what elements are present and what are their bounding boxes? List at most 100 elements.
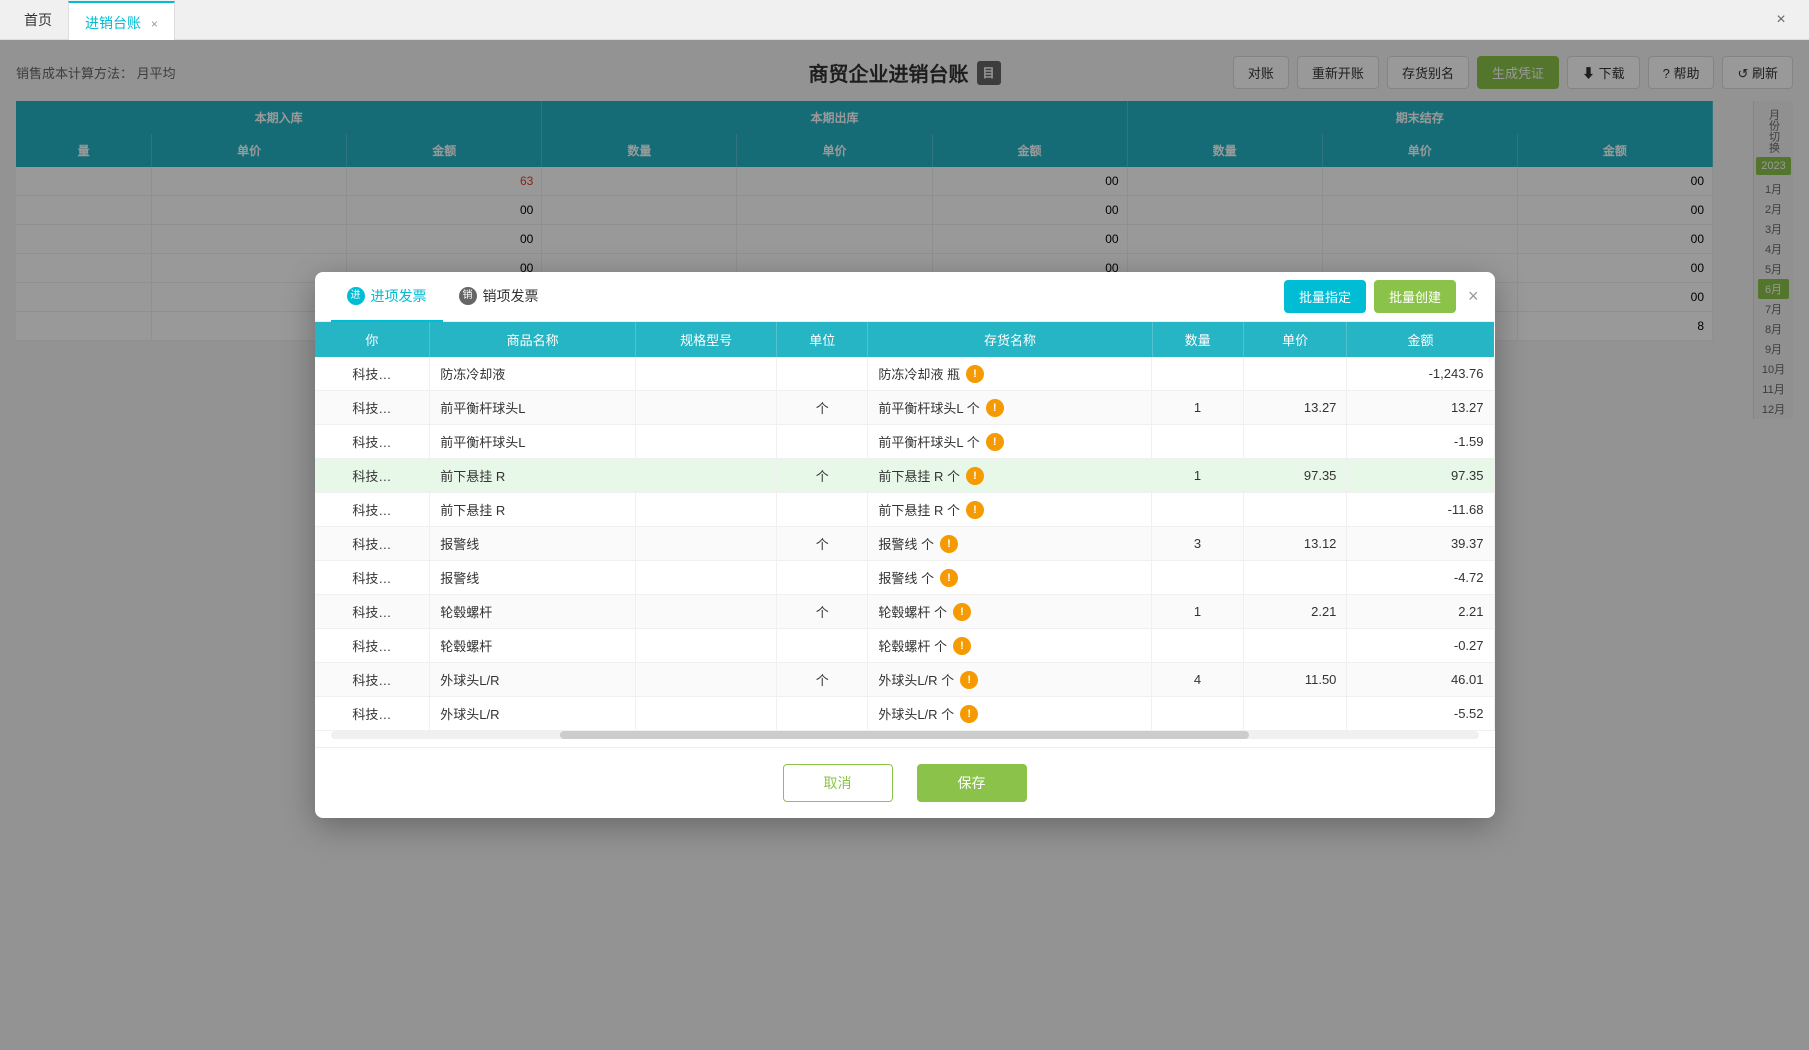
warning-icon: ! bbox=[986, 433, 1004, 451]
warning-icon: ! bbox=[986, 399, 1004, 417]
cell-supplier-7: 科技… bbox=[315, 595, 430, 629]
cell-price-3: 97.35 bbox=[1243, 459, 1347, 493]
cell-stock-7: 轮毂螺杆 个 ! bbox=[868, 595, 1152, 628]
table-row: 科技… 轮毂螺杆 轮毂螺杆 个 ! -0.27 bbox=[315, 629, 1495, 663]
cell-stock-9: 外球头L/R 个 ! bbox=[868, 663, 1152, 696]
cell-spec-2 bbox=[635, 425, 776, 459]
cell-stock-2: 前平衡杆球头L 个 ! bbox=[868, 425, 1152, 458]
cell-unit-5: 个 bbox=[777, 527, 868, 561]
cell-spec-6 bbox=[635, 561, 776, 595]
dialog-body: 你 商品名称 规格型号 单位 存货名称 数量 单价 金额 科技… 防冻冷却液 bbox=[315, 322, 1495, 731]
save-button[interactable]: 保存 bbox=[917, 764, 1027, 802]
cell-qty-5: 3 bbox=[1152, 527, 1243, 561]
cell-qty-6 bbox=[1152, 561, 1243, 595]
cell-amount-5: 39.37 bbox=[1347, 527, 1494, 561]
dialog-footer: 取消 保存 bbox=[315, 747, 1495, 818]
batch-assign-button[interactable]: 批量指定 bbox=[1284, 280, 1366, 313]
cancel-button[interactable]: 取消 bbox=[783, 764, 893, 802]
cell-unit-1: 个 bbox=[777, 391, 868, 425]
cell-spec-0 bbox=[635, 357, 776, 391]
cell-unit-3: 个 bbox=[777, 459, 868, 493]
cell-spec-5 bbox=[635, 527, 776, 561]
cell-unit-4 bbox=[777, 493, 868, 527]
cell-unit-0 bbox=[777, 357, 868, 391]
warning-icon: ! bbox=[940, 535, 958, 553]
cell-product-7: 轮毂螺杆 bbox=[430, 595, 636, 629]
cell-amount-6: -4.72 bbox=[1347, 561, 1494, 595]
cell-price-2 bbox=[1243, 425, 1347, 459]
dialog-scrollbar[interactable] bbox=[331, 731, 1479, 739]
cell-amount-10: -5.52 bbox=[1347, 697, 1494, 731]
cell-price-6 bbox=[1243, 561, 1347, 595]
cell-product-0: 防冻冷却液 bbox=[430, 357, 636, 391]
window-close-button[interactable]: × bbox=[1761, 0, 1801, 40]
table-row: 科技… 外球头L/R 个 外球头L/R 个 ! 4 11.50 46.01 bbox=[315, 663, 1495, 697]
cell-qty-7: 1 bbox=[1152, 595, 1243, 629]
col-amount: 金额 bbox=[1347, 322, 1494, 357]
tab-purchase-invoice[interactable]: 进 进项发票 bbox=[331, 272, 443, 322]
table-row: 科技… 前平衡杆球头L 前平衡杆球头L 个 ! -1.59 bbox=[315, 425, 1495, 459]
table-row: 科技… 轮毂螺杆 个 轮毂螺杆 个 ! 1 2.21 2.21 bbox=[315, 595, 1495, 629]
cell-price-7: 2.21 bbox=[1243, 595, 1347, 629]
cell-supplier-6: 科技… bbox=[315, 561, 430, 595]
cell-amount-1: 13.27 bbox=[1347, 391, 1494, 425]
col-unit: 单位 bbox=[777, 322, 868, 357]
cell-stock-5: 报警线 个 ! bbox=[868, 527, 1152, 560]
cell-price-1: 13.27 bbox=[1243, 391, 1347, 425]
col-supplier: 你 bbox=[315, 322, 430, 357]
purchase-tab-icon: 进 bbox=[347, 287, 365, 305]
cell-unit-10 bbox=[777, 697, 868, 731]
cell-product-8: 轮毂螺杆 bbox=[430, 629, 636, 663]
cell-amount-2: -1.59 bbox=[1347, 425, 1494, 459]
cell-product-2: 前平衡杆球头L bbox=[430, 425, 636, 459]
cell-unit-2 bbox=[777, 425, 868, 459]
cell-spec-7 bbox=[635, 595, 776, 629]
tab-sales-invoice[interactable]: 销 销项发票 bbox=[443, 272, 555, 322]
warning-icon: ! bbox=[960, 671, 978, 689]
cell-qty-8 bbox=[1152, 629, 1243, 663]
col-spec: 规格型号 bbox=[635, 322, 776, 357]
cell-qty-9: 4 bbox=[1152, 663, 1243, 697]
table-row: 科技… 前下悬挂 R 个 前下悬挂 R 个 ! 1 97.35 97.35 bbox=[315, 459, 1495, 493]
dialog-header: 进 进项发票 销 销项发票 批量指定 批量创建 × bbox=[315, 272, 1495, 322]
cell-spec-1 bbox=[635, 391, 776, 425]
cell-supplier-5: 科技… bbox=[315, 527, 430, 561]
warning-icon: ! bbox=[953, 603, 971, 621]
cell-qty-2 bbox=[1152, 425, 1243, 459]
cell-stock-4: 前下悬挂 R 个 ! bbox=[868, 493, 1152, 526]
cell-stock-6: 报警线 个 ! bbox=[868, 561, 1152, 594]
cell-price-9: 11.50 bbox=[1243, 663, 1347, 697]
col-stock-name: 存货名称 bbox=[868, 322, 1152, 357]
batch-create-button[interactable]: 批量创建 bbox=[1374, 280, 1456, 313]
cell-stock-8: 轮毂螺杆 个 ! bbox=[868, 629, 1152, 662]
cell-price-0 bbox=[1243, 357, 1347, 391]
cell-spec-4 bbox=[635, 493, 776, 527]
cell-spec-9 bbox=[635, 663, 776, 697]
warning-icon: ! bbox=[940, 569, 958, 587]
tab-home[interactable]: 首页 bbox=[8, 0, 68, 40]
tab-ledger-close[interactable]: × bbox=[151, 17, 158, 31]
cell-unit-8 bbox=[777, 629, 868, 663]
cell-supplier-1: 科技… bbox=[315, 391, 430, 425]
cell-price-5: 13.12 bbox=[1243, 527, 1347, 561]
invoice-table: 你 商品名称 规格型号 单位 存货名称 数量 单价 金额 科技… 防冻冷却液 bbox=[315, 322, 1495, 731]
cell-amount-7: 2.21 bbox=[1347, 595, 1494, 629]
tab-ledger[interactable]: 进销台账 × bbox=[68, 1, 175, 41]
cell-product-5: 报警线 bbox=[430, 527, 636, 561]
cell-supplier-3: 科技… bbox=[315, 459, 430, 493]
cell-stock-10: 外球头L/R 个 ! bbox=[868, 697, 1152, 730]
cell-price-10 bbox=[1243, 697, 1347, 731]
cell-product-3: 前下悬挂 R bbox=[430, 459, 636, 493]
dialog-close-button[interactable]: × bbox=[1468, 286, 1479, 307]
cell-spec-10 bbox=[635, 697, 776, 731]
cell-spec-3 bbox=[635, 459, 776, 493]
cell-qty-0 bbox=[1152, 357, 1243, 391]
warning-icon: ! bbox=[953, 637, 971, 655]
dialog: 进 进项发票 销 销项发票 批量指定 批量创建 × 你 bbox=[315, 272, 1495, 818]
cell-product-1: 前平衡杆球头L bbox=[430, 391, 636, 425]
table-row: 科技… 报警线 个 报警线 个 ! 3 13.12 39.37 bbox=[315, 527, 1495, 561]
table-row: 科技… 防冻冷却液 防冻冷却液 瓶 ! -1,243.76 bbox=[315, 357, 1495, 391]
cell-amount-3: 97.35 bbox=[1347, 459, 1494, 493]
cell-stock-1: 前平衡杆球头L 个 ! bbox=[868, 391, 1152, 424]
cell-unit-6 bbox=[777, 561, 868, 595]
